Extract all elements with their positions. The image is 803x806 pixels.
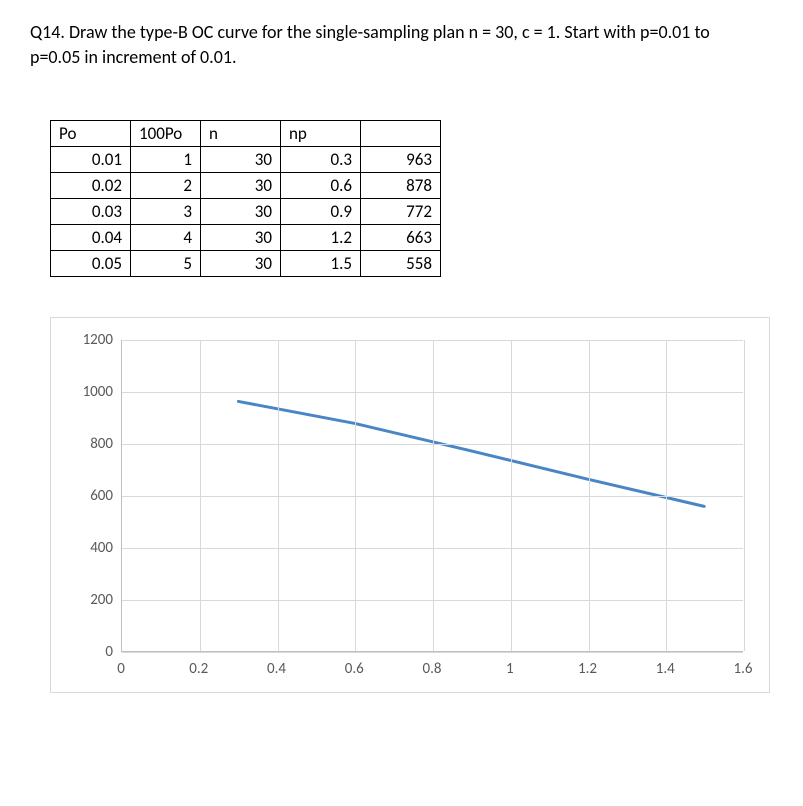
cell-n: 30: [201, 173, 281, 199]
question-line-1: Q14. Draw the type-B OC curve for the si…: [30, 21, 710, 43]
table-row: 0.022300.6878: [51, 173, 441, 199]
vgrid-line: [355, 340, 356, 651]
x-tick-label: 1.2: [578, 660, 597, 678]
x-tick-label: 0.4: [267, 660, 286, 678]
cell-pa: 663: [361, 225, 441, 251]
x-tick-label: 1: [506, 660, 514, 678]
cell-po: 0.03: [51, 199, 131, 225]
table-row: 0.033300.9772: [51, 199, 441, 225]
cell-po: 0.01: [51, 147, 131, 173]
cell-hundredpo: 1: [131, 147, 201, 173]
hgrid-line: [122, 652, 743, 653]
header-pa: [361, 121, 441, 147]
cell-np: 0.6: [281, 173, 361, 199]
vgrid-line: [433, 340, 434, 651]
x-tick-label: 0.6: [345, 660, 364, 678]
y-tick-label: 1200: [61, 331, 113, 349]
x-tick-label: 0.2: [189, 660, 208, 678]
header-100po: 100Po: [131, 121, 201, 147]
vgrid-line: [200, 340, 201, 651]
vgrid-line: [744, 340, 745, 651]
cell-hundredpo: 2: [131, 173, 201, 199]
cell-n: 30: [201, 199, 281, 225]
vgrid-line: [666, 340, 667, 651]
table-row: 0.055301.5558: [51, 251, 441, 277]
x-tick-label: 0.8: [423, 660, 442, 678]
chart-container: 0 200 400 600 800 1000 1200 0 0.2 0.4 0.6 0.8 1 1.2 1.…: [50, 317, 770, 693]
x-tick-label: 1.6: [734, 660, 753, 678]
oc-chart: 0 200 400 600 800 1000 1200 0 0.2 0.4 0.6 0.8 1 1.2 1.…: [61, 332, 751, 682]
y-tick-label: 800: [61, 435, 113, 453]
series-polyline: [238, 402, 704, 507]
cell-n: 30: [201, 225, 281, 251]
y-tick-label: 600: [61, 487, 113, 505]
cell-po: 0.04: [51, 225, 131, 251]
cell-hundredpo: 5: [131, 251, 201, 277]
cell-pa: 878: [361, 173, 441, 199]
cell-pa: 558: [361, 251, 441, 277]
cell-pa: 963: [361, 147, 441, 173]
y-tick-label: 1000: [61, 383, 113, 401]
vgrid-line: [511, 340, 512, 651]
table-row: 0.011300.3963: [51, 147, 441, 173]
cell-n: 30: [201, 147, 281, 173]
header-np: np: [281, 121, 361, 147]
header-n: n: [201, 121, 281, 147]
question-line-2: p=0.05 in increment of 0.01.: [30, 46, 237, 68]
y-tick-label: 400: [61, 539, 113, 557]
cell-po: 0.05: [51, 251, 131, 277]
cell-hundredpo: 3: [131, 199, 201, 225]
header-po: Po: [51, 121, 131, 147]
y-tick-label: 0: [61, 643, 113, 661]
vgrid-line: [589, 340, 590, 651]
question-text: Q14. Draw the type-B OC curve for the si…: [30, 20, 773, 70]
cell-n: 30: [201, 251, 281, 277]
vgrid-line: [278, 340, 279, 651]
cell-po: 0.02: [51, 173, 131, 199]
table-row: 0.044301.2663: [51, 225, 441, 251]
cell-np: 1.5: [281, 251, 361, 277]
cell-np: 1.2: [281, 225, 361, 251]
x-tick-label: 0: [117, 660, 125, 678]
cell-pa: 772: [361, 199, 441, 225]
table-header-row: Po 100Po n np: [51, 121, 441, 147]
oc-data-table: Po 100Po n np 0.011300.39630.022300.6878…: [50, 120, 441, 277]
x-tick-label: 1.4: [656, 660, 675, 678]
cell-hundredpo: 4: [131, 225, 201, 251]
cell-np: 0.9: [281, 199, 361, 225]
y-tick-label: 200: [61, 591, 113, 609]
plot-area: [121, 340, 743, 652]
cell-np: 0.3: [281, 147, 361, 173]
